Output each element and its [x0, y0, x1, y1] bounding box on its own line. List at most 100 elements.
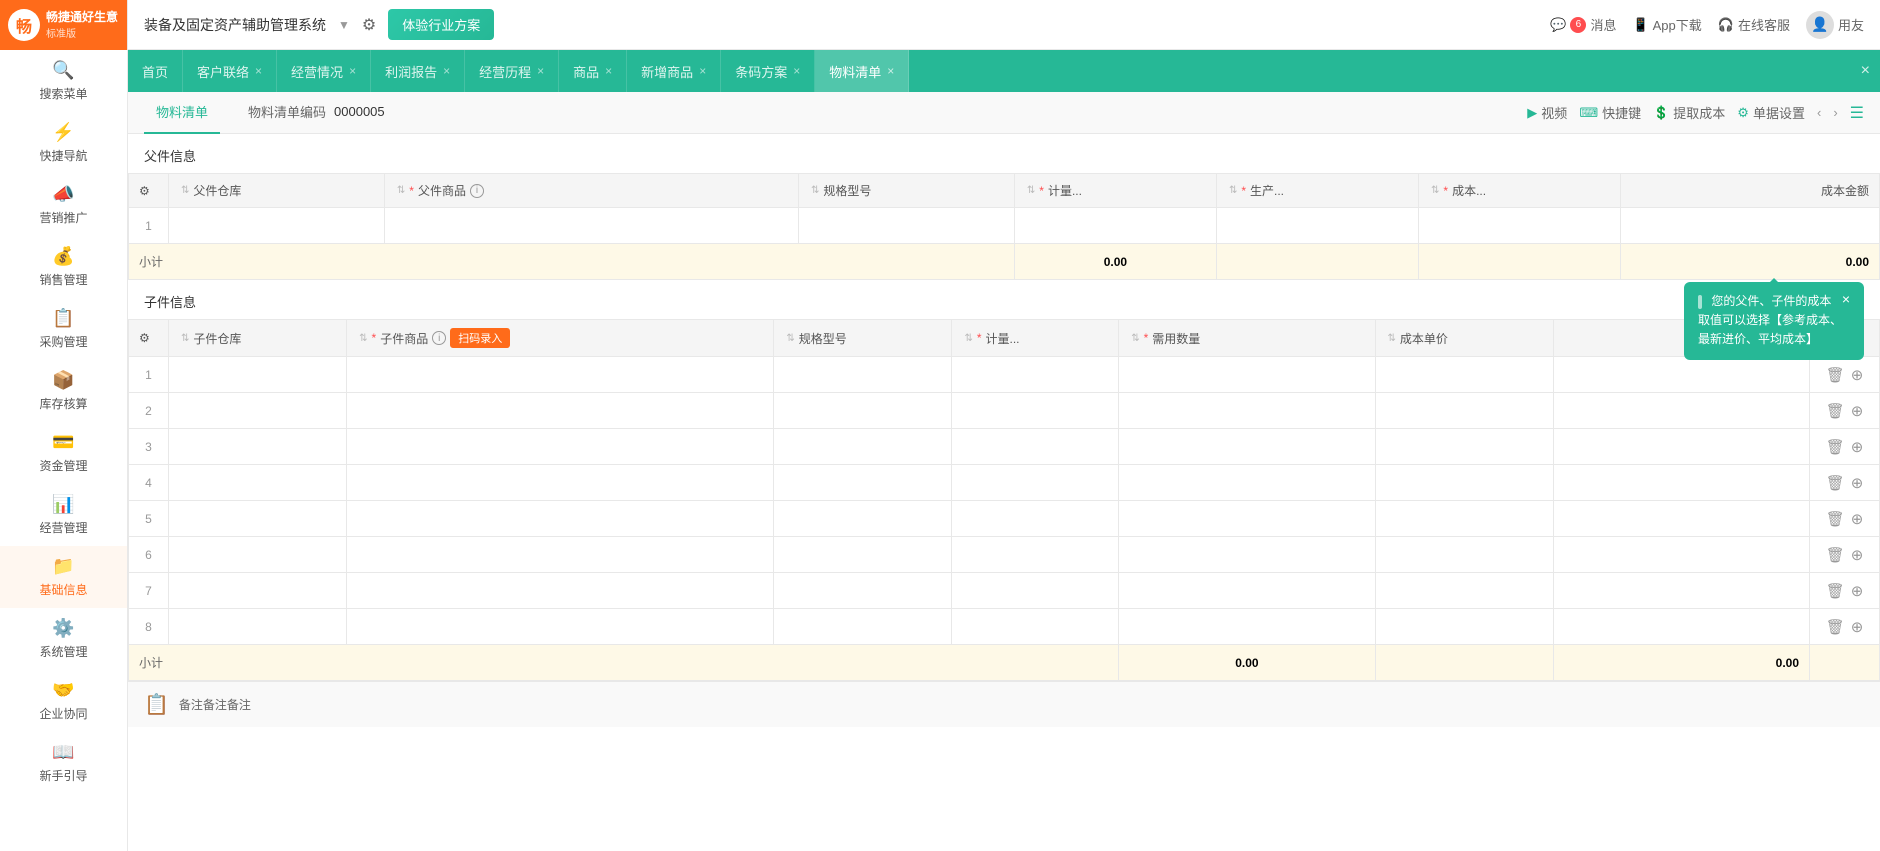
- sidebar-item-11[interactable]: 📖新手引导: [0, 732, 127, 794]
- parent-th-settings[interactable]: ⚙: [129, 174, 169, 208]
- child-warehouse-3[interactable]: [169, 429, 347, 465]
- view-btn[interactable]: ▶ 视频: [1527, 103, 1567, 122]
- copy-icon-3[interactable]: ⊕: [1851, 438, 1864, 456]
- copy-icon-4[interactable]: ⊕: [1851, 474, 1864, 492]
- nav-tab-close-4[interactable]: ×: [537, 64, 544, 78]
- nav-tab-close-2[interactable]: ×: [349, 64, 356, 78]
- child-warehouse-6[interactable]: [169, 537, 347, 573]
- sidebar-item-3[interactable]: 💰销售管理: [0, 236, 127, 298]
- nav-tab-close-1[interactable]: ×: [255, 64, 262, 78]
- child-unit-8[interactable]: [952, 609, 1119, 645]
- nav-close-all[interactable]: ×: [1851, 62, 1880, 80]
- delete-icon-4[interactable]: 🗑: [1826, 474, 1845, 492]
- child-product-1[interactable]: [347, 357, 774, 393]
- nav-tab-4[interactable]: 经营历程×: [465, 50, 559, 92]
- child-product-7[interactable]: [347, 573, 774, 609]
- copy-icon-1[interactable]: ⊕: [1851, 366, 1864, 384]
- nav-tab-close-6[interactable]: ×: [699, 64, 706, 78]
- child-spec-4[interactable]: [774, 465, 952, 501]
- child-spec-3[interactable]: [774, 429, 952, 465]
- parent-production-cell[interactable]: [1216, 208, 1418, 244]
- child-spec-1[interactable]: [774, 357, 952, 393]
- child-unit-6[interactable]: [952, 537, 1119, 573]
- sidebar-item-1[interactable]: ⚡快捷导航: [0, 112, 127, 174]
- nav-arrow-right[interactable]: ›: [1833, 105, 1837, 120]
- sidebar-item-9[interactable]: ⚙️系统管理: [0, 608, 127, 670]
- parent-cost-cell[interactable]: [1419, 208, 1621, 244]
- child-unit-4[interactable]: [952, 465, 1119, 501]
- child-unit-cost-2[interactable]: [1375, 393, 1553, 429]
- child-unit-cost-8[interactable]: [1375, 609, 1553, 645]
- sidebar-item-0[interactable]: 🔍搜索菜单: [0, 50, 127, 112]
- extract-cost-btn[interactable]: 💲 提取成本: [1653, 103, 1725, 122]
- child-qty-7[interactable]: [1119, 573, 1375, 609]
- copy-icon-6[interactable]: ⊕: [1851, 546, 1864, 564]
- nav-tab-close-3[interactable]: ×: [443, 64, 450, 78]
- sidebar-item-8[interactable]: 📁基础信息: [0, 546, 127, 608]
- child-unit-cost-4[interactable]: [1375, 465, 1553, 501]
- parent-warehouse-cell[interactable]: [169, 208, 385, 244]
- online-service-item[interactable]: 🎧 在线客服: [1718, 15, 1790, 34]
- nav-tab-close-5[interactable]: ×: [605, 64, 612, 78]
- child-unit-2[interactable]: [952, 393, 1119, 429]
- child-qty-6[interactable]: [1119, 537, 1375, 573]
- sidebar-item-7[interactable]: 📊经营管理: [0, 484, 127, 546]
- parent-unit-cell[interactable]: [1014, 208, 1216, 244]
- child-unit-3[interactable]: [952, 429, 1119, 465]
- child-qty-1[interactable]: [1119, 357, 1375, 393]
- child-unit-cost-1[interactable]: [1375, 357, 1553, 393]
- sidebar-item-2[interactable]: 📣营销推广: [0, 174, 127, 236]
- nav-arrow-left[interactable]: ‹: [1817, 105, 1821, 120]
- single-settings-btn[interactable]: ⚙ 单据设置: [1737, 103, 1805, 122]
- child-unit-7[interactable]: [952, 573, 1119, 609]
- nav-tab-2[interactable]: 经营情况×: [277, 50, 371, 92]
- child-unit-1[interactable]: [952, 357, 1119, 393]
- child-warehouse-4[interactable]: [169, 465, 347, 501]
- child-product-8[interactable]: [347, 609, 774, 645]
- nav-tab-8[interactable]: 物料清单×: [815, 50, 909, 92]
- child-spec-2[interactable]: [774, 393, 952, 429]
- child-product-2[interactable]: [347, 393, 774, 429]
- child-unit-cost-3[interactable]: [1375, 429, 1553, 465]
- child-qty-2[interactable]: [1119, 393, 1375, 429]
- product-info-icon[interactable]: i: [470, 184, 484, 198]
- nav-tab-1[interactable]: 客户联络×: [183, 50, 277, 92]
- app-download-item[interactable]: 📱 App下载: [1632, 15, 1701, 34]
- nav-tab-3[interactable]: 利润报告×: [371, 50, 465, 92]
- shortcut-btn[interactable]: ⌨ 快捷键: [1579, 103, 1641, 122]
- child-spec-7[interactable]: [774, 573, 952, 609]
- child-product-info-icon[interactable]: i: [432, 331, 446, 345]
- message-item[interactable]: 💬 6 消息: [1550, 15, 1616, 34]
- delete-icon-8[interactable]: 🗑: [1826, 618, 1845, 636]
- child-unit-5[interactable]: [952, 501, 1119, 537]
- nav-tab-close-8[interactable]: ×: [887, 64, 894, 78]
- sidebar-item-5[interactable]: 📦库存核算: [0, 360, 127, 422]
- child-warehouse-7[interactable]: [169, 573, 347, 609]
- child-qty-5[interactable]: [1119, 501, 1375, 537]
- nav-tab-0[interactable]: 首页: [128, 50, 183, 92]
- copy-icon-7[interactable]: ⊕: [1851, 582, 1864, 600]
- copy-icon-2[interactable]: ⊕: [1851, 402, 1864, 420]
- sidebar-item-6[interactable]: 💳资金管理: [0, 422, 127, 484]
- delete-icon-5[interactable]: 🗑: [1826, 510, 1845, 528]
- nav-tab-6[interactable]: 新增商品×: [627, 50, 721, 92]
- scan-btn[interactable]: 扫码录入: [450, 328, 510, 348]
- settings-icon[interactable]: ⚙: [362, 15, 376, 35]
- parent-product-cell[interactable]: [384, 208, 798, 244]
- child-qty-3[interactable]: [1119, 429, 1375, 465]
- delete-icon-2[interactable]: 🗑: [1826, 402, 1845, 420]
- child-warehouse-5[interactable]: [169, 501, 347, 537]
- child-spec-8[interactable]: [774, 609, 952, 645]
- nav-tab-7[interactable]: 条码方案×: [721, 50, 815, 92]
- child-product-6[interactable]: [347, 537, 774, 573]
- parent-spec-cell[interactable]: [799, 208, 1015, 244]
- child-qty-4[interactable]: [1119, 465, 1375, 501]
- experience-btn[interactable]: 体验行业方案: [388, 9, 494, 40]
- child-warehouse-2[interactable]: [169, 393, 347, 429]
- child-unit-cost-7[interactable]: [1375, 573, 1553, 609]
- child-spec-6[interactable]: [774, 537, 952, 573]
- sub-tab-bill-list[interactable]: 物料清单: [144, 92, 220, 134]
- delete-icon-6[interactable]: 🗑: [1826, 546, 1845, 564]
- nav-tab-close-7[interactable]: ×: [793, 64, 800, 78]
- sidebar-item-4[interactable]: 📋采购管理: [0, 298, 127, 360]
